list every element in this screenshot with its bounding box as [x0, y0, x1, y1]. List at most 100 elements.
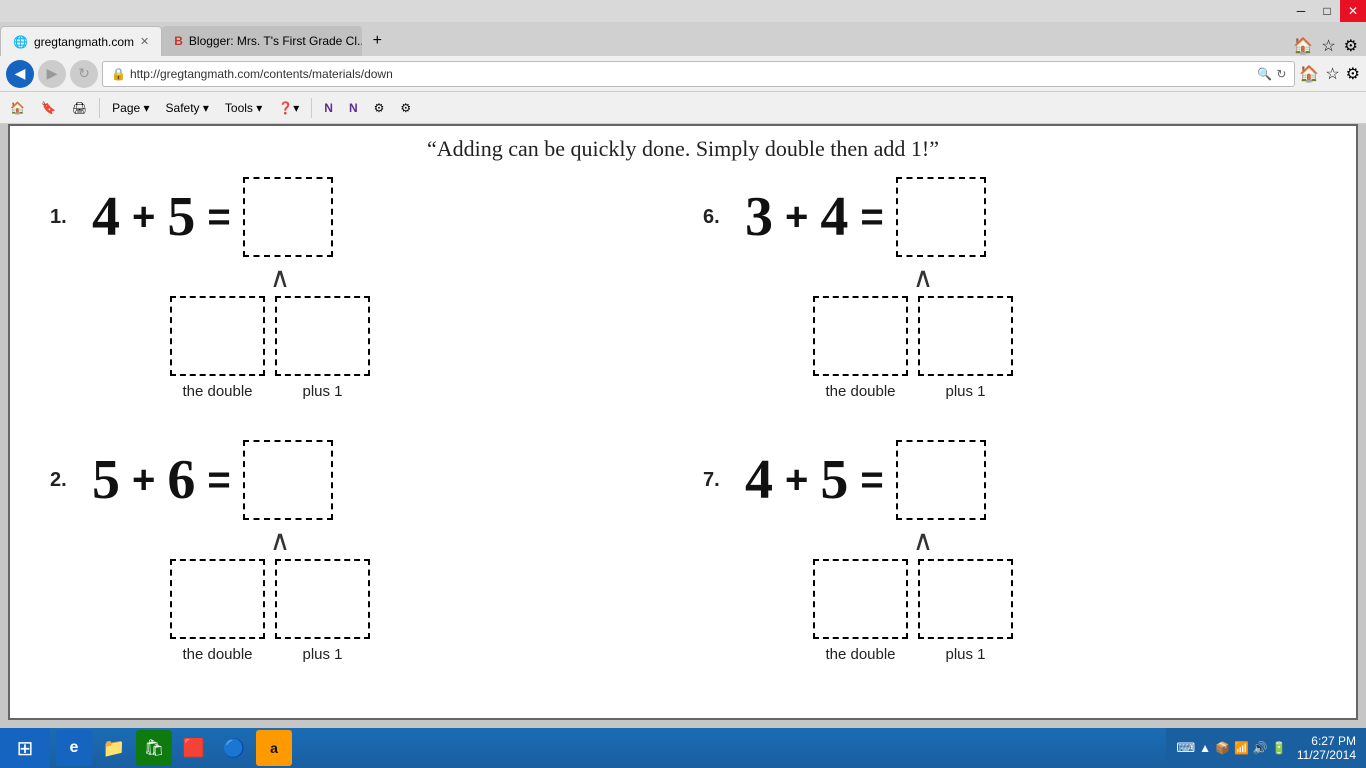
problem-6-answer-box[interactable]: [896, 177, 986, 257]
toolbar-addon1[interactable]: N: [320, 99, 337, 117]
content-area: “Adding can be quickly done. Simply doub…: [8, 124, 1358, 720]
fav-icon[interactable]: ☆: [1325, 64, 1339, 84]
store-icon[interactable]: 🛍: [136, 730, 172, 766]
address-bar[interactable]: 🔒 http://gregtangmath.com/contents/mater…: [102, 61, 1295, 87]
problem-1-op: +: [132, 195, 155, 240]
ie-icon[interactable]: e: [56, 730, 92, 766]
problem-7-num1: 4: [745, 448, 773, 512]
safety-label: Safety ▾: [166, 101, 209, 115]
problem-1-plus1-box[interactable]: [275, 296, 370, 376]
forward-button[interactable]: ▶: [38, 60, 66, 88]
separator-2: [311, 98, 312, 118]
toolbar-help[interactable]: ❓▾: [274, 99, 303, 117]
search-icon-addr: 🔍: [1257, 67, 1272, 81]
problem-7-answer-box[interactable]: [896, 440, 986, 520]
toolbar-addon4[interactable]: ⚙: [396, 99, 415, 117]
problem-7-op: +: [785, 458, 808, 503]
problem-2-equation-row: 2. 5 + 6 =: [50, 440, 663, 520]
caret-symbol-2: ∧: [270, 524, 291, 557]
problem-7-num2: 5: [820, 448, 848, 512]
toolbar-safety[interactable]: Safety ▾: [162, 99, 213, 117]
toolbar-addon3[interactable]: ⚙: [370, 99, 389, 117]
toolbar-page[interactable]: Page ▾: [108, 99, 153, 117]
explorer-icon[interactable]: 📁: [96, 730, 132, 766]
problem-1-double-box[interactable]: [170, 296, 265, 376]
restore-button[interactable]: □: [1314, 0, 1340, 22]
problem-6-decompose: ∧ the double plus 1: [813, 261, 1316, 400]
browser-chrome: 🌐 gregtangmath.com ✕ B Blogger: Mrs. T's…: [0, 22, 1366, 124]
problem-2-num2: 6: [167, 448, 195, 512]
new-tab-button[interactable]: +: [362, 26, 392, 56]
settings-icon[interactable]: ⚙: [1344, 36, 1358, 56]
amazon-icon[interactable]: a: [256, 730, 292, 766]
problem-1-boxes-row: [170, 296, 663, 376]
date-display: 11/27/2014: [1297, 748, 1356, 762]
nav-bar: ◀ ▶ ↻ 🔒 http://gregtangmath.com/contents…: [0, 56, 1366, 92]
problem-7: 7. 4 + 5 = ∧ the double: [703, 440, 1316, 663]
tab-label-2: Blogger: Mrs. T's First Grade Cl...: [189, 34, 362, 48]
toolbar-home[interactable]: 🏠: [6, 99, 29, 117]
dropbox-icon: 📦: [1215, 741, 1230, 755]
toolbar-addon2[interactable]: N: [345, 99, 362, 117]
tab-close-icon[interactable]: ✕: [140, 35, 149, 48]
problem-7-boxes-row: [813, 559, 1316, 639]
problem-1-equation-row: 1. 4 + 5 =: [50, 177, 663, 257]
problem-7-double-box[interactable]: [813, 559, 908, 639]
problem-2-op: +: [132, 458, 155, 503]
problem-7-eq: =: [860, 458, 883, 503]
close-button[interactable]: ✕: [1340, 0, 1366, 22]
problem-6-double-box[interactable]: [813, 296, 908, 376]
problem-1-labels-row: the double plus 1: [170, 380, 663, 400]
problem-2-double-label: the double: [170, 643, 265, 663]
home-icon[interactable]: 🏠: [1293, 36, 1313, 56]
bookmark-icon: 🔖: [41, 101, 56, 115]
caret-row-6: ∧: [813, 261, 1023, 294]
back-button[interactable]: ◀: [6, 60, 34, 88]
minimize-button[interactable]: ─: [1288, 0, 1314, 22]
lock-icon: 🔒: [111, 67, 126, 81]
start-button[interactable]: ⊞: [0, 728, 50, 768]
problem-2-double-box[interactable]: [170, 559, 265, 639]
toolbar-print[interactable]: 🖨: [68, 99, 91, 117]
reload-button[interactable]: ↻: [70, 60, 98, 88]
ms-icon[interactable]: 🟥: [176, 730, 212, 766]
problem-1: 1. 4 + 5 = ∧: [50, 177, 663, 400]
problem-7-number: 7.: [703, 469, 733, 492]
print-icon: 🖨: [72, 101, 87, 115]
problem-7-plus1-box[interactable]: [918, 559, 1013, 639]
caret-symbol-1: ∧: [270, 261, 291, 294]
arrow-up-icon[interactable]: ▲: [1199, 741, 1211, 755]
tab-gregtangmath[interactable]: 🌐 gregtangmath.com ✕: [0, 26, 162, 56]
tab-blogger[interactable]: B Blogger: Mrs. T's First Grade Cl...: [162, 26, 362, 56]
problem-6-num1: 3: [745, 185, 773, 249]
home-toolbar-icon: 🏠: [10, 101, 25, 115]
problem-7-equation-row: 7. 4 + 5 =: [703, 440, 1316, 520]
problem-6-op: +: [785, 195, 808, 240]
taskbar: ⊞ e 📁 🛍 🟥 🔵 a ⌨ ▲ 📦 📶 🔊 🔋: [0, 728, 1366, 768]
tools-label: Tools ▾: [225, 101, 262, 115]
tab-label: gregtangmath.com: [34, 35, 134, 49]
browser2-icon[interactable]: 🔵: [216, 730, 252, 766]
problem-1-number: 1.: [50, 206, 80, 229]
problem-2: 2. 5 + 6 = ∧ the double: [50, 440, 663, 663]
problem-2-plus1-label: plus 1: [275, 643, 370, 663]
problem-1-answer-box[interactable]: [243, 177, 333, 257]
caret-symbol-7: ∧: [913, 524, 934, 557]
problem-2-boxes-row: [170, 559, 663, 639]
problem-6-plus1-label: plus 1: [918, 380, 1013, 400]
toolbar-bookmark[interactable]: 🔖: [37, 99, 60, 117]
problem-7-decompose: ∧ the double plus 1: [813, 524, 1316, 663]
problem-6-plus1-box[interactable]: [918, 296, 1013, 376]
star-icon[interactable]: ☆: [1321, 36, 1335, 56]
gear-icon[interactable]: ⚙: [1346, 64, 1360, 84]
problem-2-answer-box[interactable]: [243, 440, 333, 520]
problem-2-plus1-box[interactable]: [275, 559, 370, 639]
problem-6-number: 6.: [703, 206, 733, 229]
home-nav-icon[interactable]: 🏠: [1299, 64, 1319, 84]
refresh-icon-addr: ↻: [1276, 67, 1286, 81]
toolbar-tools[interactable]: Tools ▾: [221, 99, 266, 117]
sys-tray-icons: ⌨ ▲ 📦 📶 🔊 🔋: [1176, 740, 1286, 756]
problem-6-equation-row: 6. 3 + 4 =: [703, 177, 1316, 257]
keyboard-icon: ⌨: [1176, 740, 1195, 756]
worksheet-title: “Adding can be quickly done. Simply doub…: [30, 136, 1336, 162]
